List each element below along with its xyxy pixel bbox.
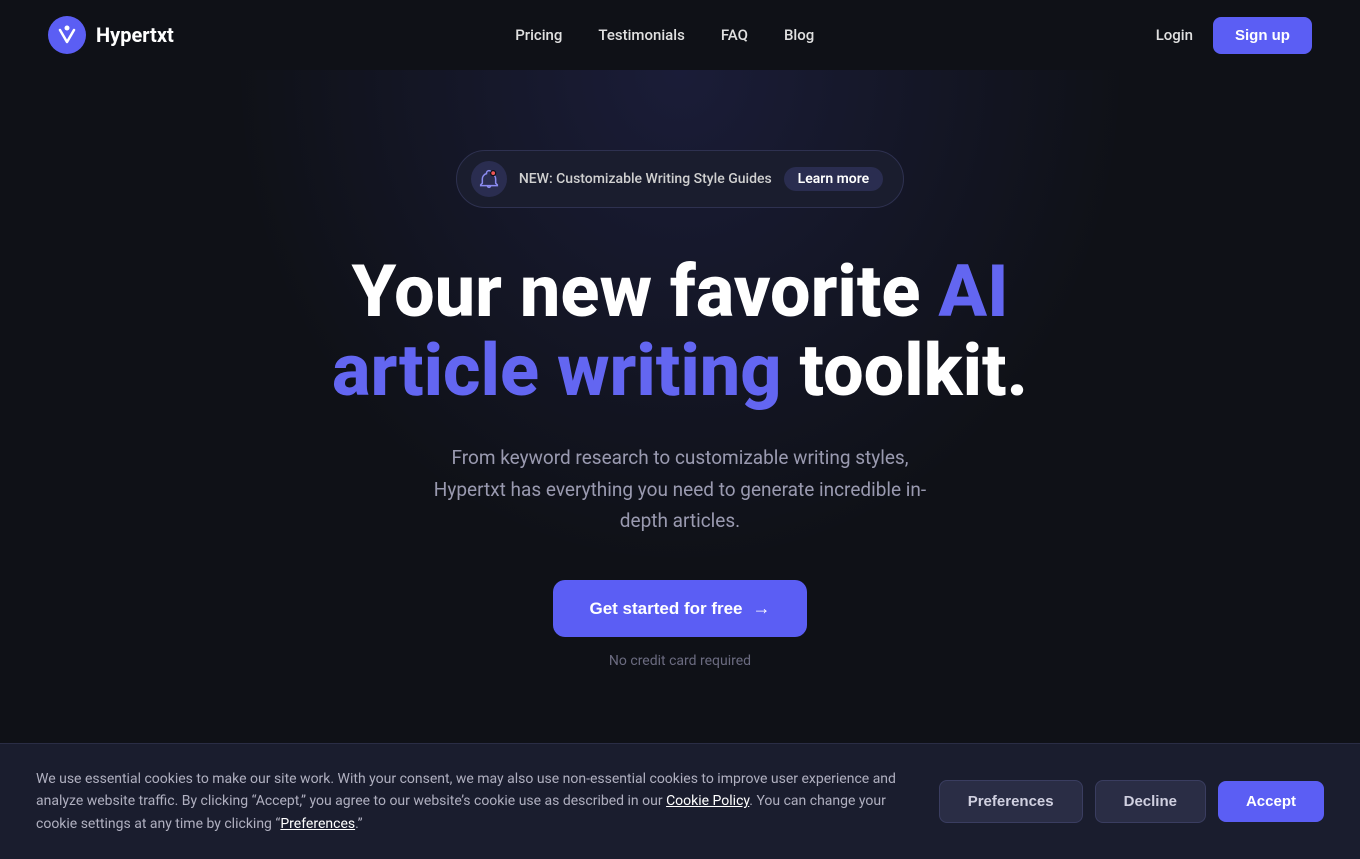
bell-icon (479, 169, 499, 189)
hero-title-part2: article writing (332, 328, 782, 413)
logo-text: Hypertxt (96, 23, 174, 47)
preferences-inline-link: Preferences (280, 816, 355, 832)
announcement-badge: NEW: Customizable Writing Style Guides L… (456, 150, 904, 208)
login-link[interactable]: Login (1156, 26, 1193, 44)
hero-title-part1: Your new favorite (351, 249, 938, 334)
signup-button[interactable]: Sign up (1213, 17, 1312, 54)
preferences-button[interactable]: Preferences (939, 780, 1083, 823)
hero-section: NEW: Customizable Writing Style Guides L… (0, 70, 1360, 729)
nav-link-testimonials[interactable]: Testimonials (598, 26, 684, 44)
hero-title-part3: toolkit. (782, 328, 1028, 413)
badge-text: NEW: Customizable Writing Style Guides (519, 171, 772, 187)
hero-title: Your new favorite AI article writing too… (332, 252, 1028, 410)
hero-subtitle: From keyword research to customizable wr… (420, 442, 940, 536)
hero-title-ai: AI (938, 249, 1008, 334)
no-credit-text: No credit card required (609, 653, 751, 669)
navbar: Hypertxt Pricing Testimonials FAQ Blog L… (0, 0, 1360, 70)
logo-icon (48, 16, 86, 54)
nav-link-faq[interactable]: FAQ (721, 26, 748, 44)
decline-button[interactable]: Decline (1095, 780, 1206, 823)
arrow-right-icon: → (753, 598, 771, 619)
nav-link-pricing[interactable]: Pricing (515, 26, 562, 44)
cta-label: Get started for free (589, 599, 742, 619)
cookie-text: We use essential cookies to make our sit… (36, 768, 899, 835)
cookie-actions: Preferences Decline Accept (939, 780, 1324, 823)
accept-button[interactable]: Accept (1218, 781, 1324, 822)
nav-link-blog[interactable]: Blog (784, 26, 814, 44)
bell-icon-wrap (471, 161, 507, 197)
cookie-text-end: .” (355, 816, 363, 832)
nav-links: Pricing Testimonials FAQ Blog (515, 26, 814, 44)
nav-actions: Login Sign up (1156, 17, 1312, 54)
learn-more-link[interactable]: Learn more (784, 167, 883, 191)
cta-button[interactable]: Get started for free → (553, 580, 806, 637)
cookie-banner: We use essential cookies to make our sit… (0, 743, 1360, 859)
cookie-policy-link[interactable]: Cookie Policy (666, 793, 749, 809)
logo-link[interactable]: Hypertxt (48, 16, 174, 54)
